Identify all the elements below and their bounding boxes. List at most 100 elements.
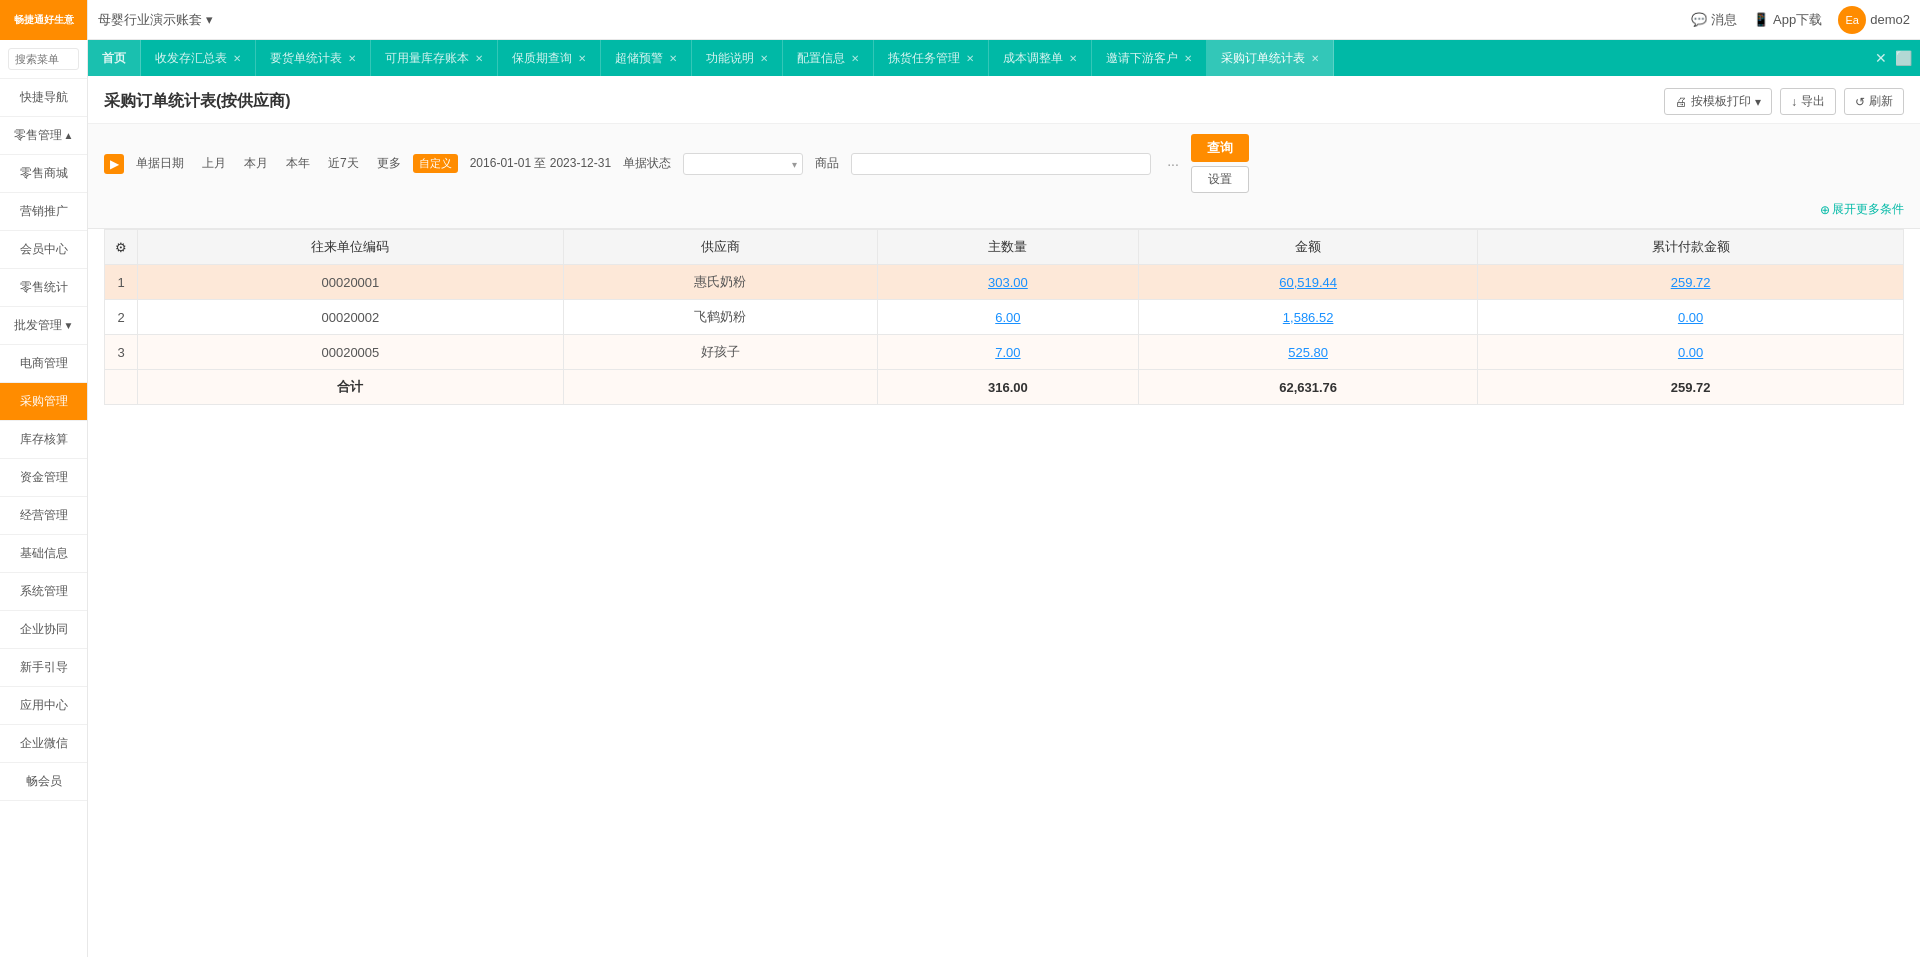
goods-input[interactable] — [851, 153, 1151, 175]
tab-keyong[interactable]: 可用量库存账本 ✕ — [371, 40, 498, 76]
cell-amount-2[interactable]: 525.80 — [1139, 335, 1478, 370]
sidebar-item-batch[interactable]: 批发管理 ▼ — [0, 307, 87, 345]
footer-empty2 — [563, 370, 877, 405]
cell-paid-2[interactable]: 0.00 — [1478, 335, 1904, 370]
sidebar-item-retail-stat[interactable]: 零售统计 — [0, 269, 87, 307]
refresh-button[interactable]: ↺ 刷新 — [1844, 88, 1904, 115]
goods-filter-label: 商品 — [815, 155, 839, 172]
cell-amount-1[interactable]: 1,586.52 — [1139, 300, 1478, 335]
tab-zhehuo[interactable]: 拣货任务管理 ✕ — [874, 40, 989, 76]
sidebar-item-sys[interactable]: 系统管理 — [0, 573, 87, 611]
tab-gongneng[interactable]: 功能说明 ✕ — [692, 40, 783, 76]
tab-gongneng-label: 功能说明 — [706, 50, 754, 67]
tab-yaoqing-label: 邀请下游客户 — [1106, 50, 1178, 67]
print-button[interactable]: 🖨 按模板打印 ▾ — [1664, 88, 1772, 115]
sidebar-item-ecom[interactable]: 电商管理 — [0, 345, 87, 383]
sidebar-nav-label: 快捷导航 — [0, 79, 87, 117]
date-option-this-month[interactable]: 本月 — [238, 153, 274, 174]
app-logo-text: 畅捷通好生意 — [14, 14, 74, 26]
cell-paid-1[interactable]: 0.00 — [1478, 300, 1904, 335]
cell-paid-0[interactable]: 259.72 — [1478, 265, 1904, 300]
expand-more-btn[interactable]: ⊕ 展开更多条件 — [1820, 201, 1904, 218]
status-select[interactable] — [683, 153, 803, 175]
sidebar-item-basic[interactable]: 基础信息 — [0, 535, 87, 573]
table-row: 1 00020001 惠氏奶粉 303.00 60,519.44 259.72 — [105, 265, 1904, 300]
tab-caigou[interactable]: 采购订单统计表 ✕ — [1207, 40, 1334, 76]
tab-gongneng-close[interactable]: ✕ — [760, 53, 768, 64]
tab-caigou-label: 采购订单统计表 — [1221, 50, 1305, 67]
tab-peizhi-close[interactable]: ✕ — [851, 53, 859, 64]
tab-yaoqing-close[interactable]: ✕ — [1184, 53, 1192, 64]
sidebar-item-marketing[interactable]: 营销推广 — [0, 193, 87, 231]
cell-code-1: 00020002 — [138, 300, 564, 335]
table-header-row: ⚙ 往来单位编码 供应商 主数量 金额 累计付款金额 — [105, 230, 1904, 265]
cell-supplier-1: 飞鹤奶粉 — [563, 300, 877, 335]
sidebar-item-inventory[interactable]: 库存核算 — [0, 421, 87, 459]
date-option-7days[interactable]: 近7天 — [322, 153, 365, 174]
cell-qty-1[interactable]: 6.00 — [877, 300, 1138, 335]
cell-amount-0[interactable]: 60,519.44 — [1139, 265, 1478, 300]
tab-yaohuo-close[interactable]: ✕ — [348, 53, 356, 64]
tab-shofashou[interactable]: 收发存汇总表 ✕ — [141, 40, 256, 76]
sidebar-item-wechat[interactable]: 企业微信 — [0, 725, 87, 763]
app-download-btn[interactable]: 📱 App下载 — [1753, 11, 1822, 29]
tab-yaohuo[interactable]: 要货单统计表 ✕ — [256, 40, 371, 76]
avatar: Ea — [1838, 6, 1866, 34]
table-area: ⚙ 往来单位编码 供应商 主数量 金额 累计付款金额 1 00020001 惠氏… — [88, 229, 1920, 957]
search-input[interactable] — [8, 48, 79, 70]
user-profile[interactable]: Ea demo2 — [1838, 6, 1910, 34]
tab-chengben[interactable]: 成本调整单 ✕ — [989, 40, 1092, 76]
table-row: 3 00020005 好孩子 7.00 525.80 0.00 — [105, 335, 1904, 370]
tab-peizhi[interactable]: 配置信息 ✕ — [783, 40, 874, 76]
tab-zhehuo-close[interactable]: ✕ — [966, 53, 974, 64]
tab-chaochun-close[interactable]: ✕ — [669, 53, 677, 64]
message-btn[interactable]: 💬 消息 — [1691, 11, 1737, 29]
th-qty: 主数量 — [877, 230, 1138, 265]
th-paid: 累计付款金额 — [1478, 230, 1904, 265]
account-dropdown[interactable]: 母婴行业演示账套 ▾ — [98, 11, 213, 29]
sidebar-item-purchase[interactable]: 采购管理 — [0, 383, 87, 421]
tab-yaoqing[interactable]: 邀请下游客户 ✕ — [1092, 40, 1207, 76]
sidebar-item-vip[interactable]: 畅会员 — [0, 763, 87, 801]
th-settings[interactable]: ⚙ — [105, 230, 138, 265]
status-filter-label: 单据状态 — [623, 155, 671, 172]
footer-qty: 316.00 — [877, 370, 1138, 405]
cell-qty-2[interactable]: 7.00 — [877, 335, 1138, 370]
filter-toggle-btn[interactable]: ▶ — [104, 154, 124, 174]
cell-supplier-0: 惠氏奶粉 — [563, 265, 877, 300]
date-option-this-year[interactable]: 本年 — [280, 153, 316, 174]
table-footer-row: 合计 316.00 62,631.76 259.72 — [105, 370, 1904, 405]
sidebar-item-retail[interactable]: 零售管理 ▲ — [0, 117, 87, 155]
status-select-wrap — [683, 153, 803, 175]
sidebar-item-ops[interactable]: 经营管理 — [0, 497, 87, 535]
tab-keyong-close[interactable]: ✕ — [475, 53, 483, 64]
tab-caigou-close[interactable]: ✕ — [1311, 53, 1319, 64]
nav-close-all-btn[interactable]: ✕ — [1875, 50, 1887, 66]
sidebar-item-appstore[interactable]: 应用中心 — [0, 687, 87, 725]
goods-filter-more-icon[interactable]: ··· — [1167, 156, 1179, 172]
nav-restore-btn[interactable]: ⬜ — [1895, 50, 1912, 66]
footer-amount: 62,631.76 — [1139, 370, 1478, 405]
tab-shofashou-close[interactable]: ✕ — [233, 53, 241, 64]
sidebar-item-corp[interactable]: 企业协同 — [0, 611, 87, 649]
tab-baozhi-close[interactable]: ✕ — [578, 53, 586, 64]
sidebar-item-member[interactable]: 会员中心 — [0, 231, 87, 269]
table-body: 1 00020001 惠氏奶粉 303.00 60,519.44 259.72 … — [105, 265, 1904, 370]
date-option-more[interactable]: 更多 — [371, 153, 407, 174]
query-button[interactable]: 查询 — [1191, 134, 1249, 162]
date-custom-label[interactable]: 自定义 — [413, 154, 458, 173]
export-button[interactable]: ↓ 导出 — [1780, 88, 1836, 115]
print-icon: 🖨 — [1675, 95, 1687, 109]
tab-home[interactable]: 首页 — [88, 40, 141, 76]
tab-chengben-close[interactable]: ✕ — [1069, 53, 1077, 64]
date-option-last-month[interactable]: 上月 — [196, 153, 232, 174]
tab-baozhi[interactable]: 保质期查询 ✕ — [498, 40, 601, 76]
tab-chaochun[interactable]: 超储预警 ✕ — [601, 40, 692, 76]
sidebar-item-new[interactable]: 新手引导 — [0, 649, 87, 687]
cell-qty-0[interactable]: 303.00 — [877, 265, 1138, 300]
tab-zhehuo-label: 拣货任务管理 — [888, 50, 960, 67]
sidebar-item-funds[interactable]: 资金管理 — [0, 459, 87, 497]
page-header-actions: 🖨 按模板打印 ▾ ↓ 导出 ↺ 刷新 — [1664, 88, 1904, 115]
sidebar-item-retail-shop[interactable]: 零售商城 — [0, 155, 87, 193]
settings-button[interactable]: 设置 — [1191, 166, 1249, 193]
